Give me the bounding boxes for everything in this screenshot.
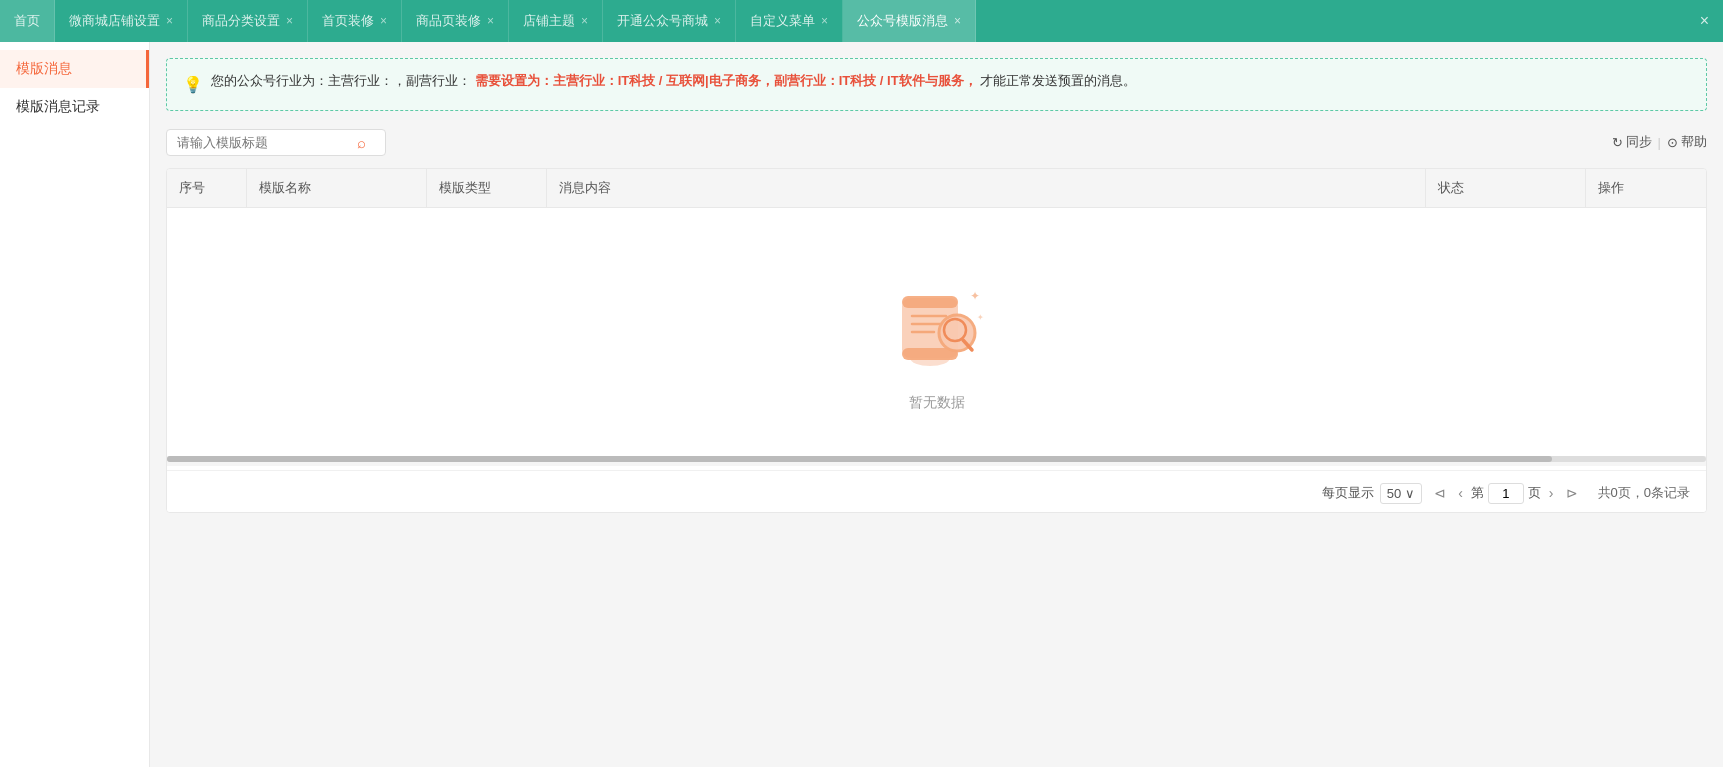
notice-suffix: 才能正常发送预置的消息。 [980,73,1136,88]
top-navigation: 首页 微商城店铺设置 × 商品分类设置 × 首页装修 × 商品页装修 × 店铺主… [0,0,1723,42]
empty-text: 暂无数据 [909,394,965,412]
nav-tab-store-theme[interactable]: 店铺主题 × [509,0,603,42]
nav-tab-home-decoration-label: 首页装修 [322,12,374,30]
page-size-value: 50 [1387,486,1401,501]
page-size-dropdown[interactable]: 50 ∨ [1380,483,1422,504]
page-number-input[interactable] [1488,483,1524,504]
nav-tab-product-decoration-label: 商品页装修 [416,12,481,30]
nav-tab-shop-settings-label: 微商城店铺设置 [69,12,160,30]
notice-icon: 💡 [183,72,203,98]
close-custom-menu-icon[interactable]: × [821,15,828,27]
close-shop-settings-icon[interactable]: × [166,15,173,27]
notice-text: 您的公众号行业为：主营行业：，副营行业： 需要设置为：主营行业：IT科技 / 互… [211,71,1136,92]
search-bar: ⌕ ↻ 同步 | ⊙ 帮助 [166,129,1707,156]
first-page-button[interactable]: ⊲ [1430,483,1450,503]
nav-tab-template-msg-label: 公众号模版消息 [857,12,948,30]
data-table: 序号 模版名称 模版类型 消息内容 状态 操作 [166,168,1707,513]
nav-tab-category-settings[interactable]: 商品分类设置 × [188,0,308,42]
main-layout: 模版消息 模版消息记录 💡 您的公众号行业为：主营行业：，副营行业： 需要设置为… [0,42,1723,767]
help-label: 帮助 [1681,133,1707,151]
page-navigation: ⊲ ‹ 第 页 › ⊳ [1430,483,1581,504]
col-type: 模版类型 [427,169,547,207]
help-button[interactable]: ⊙ 帮助 [1667,133,1707,151]
next-page-button[interactable]: › [1545,483,1558,503]
sync-icon: ↻ [1612,135,1623,150]
search-icon[interactable]: ⌕ [357,134,366,151]
close-store-theme-icon[interactable]: × [581,15,588,27]
sidebar-item-template-msg-record[interactable]: 模版消息记录 [0,88,149,126]
close-home-decoration-icon[interactable]: × [380,15,387,27]
svg-text:✦: ✦ [977,313,984,322]
close-all-tabs-button[interactable]: × [1686,12,1723,30]
col-status: 状态 [1426,169,1586,207]
nav-tab-custom-menu-label: 自定义菜单 [750,12,815,30]
page-input-wrap: 第 页 [1471,483,1541,504]
close-category-settings-icon[interactable]: × [286,15,293,27]
nav-tab-shop-settings[interactable]: 微商城店铺设置 × [55,0,188,42]
sync-label: 同步 [1626,133,1652,151]
chevron-down-icon: ∨ [1405,486,1415,501]
scrollbar-track [167,456,1706,462]
nav-tab-open-mall-label: 开通公众号商城 [617,12,708,30]
sidebar: 模版消息 模版消息记录 [0,42,150,767]
nav-tab-category-settings-label: 商品分类设置 [202,12,280,30]
nav-tab-home-decoration[interactable]: 首页装修 × [308,0,402,42]
nav-tab-product-decoration[interactable]: 商品页装修 × [402,0,509,42]
notice-box: 💡 您的公众号行业为：主营行业：，副营行业： 需要设置为：主营行业：IT科技 /… [166,58,1707,111]
notice-highlight: 需要设置为：主营行业：IT科技 / 互联网|电子商务，副营行业：IT科技 / I… [475,73,977,88]
page-size-label: 每页显示 [1322,484,1374,502]
empty-state: ✦ ✦ 暂无数据 [167,208,1706,452]
search-input[interactable] [177,135,357,150]
sidebar-item-template-msg[interactable]: 模版消息 [0,50,149,88]
nav-tab-home[interactable]: 首页 [0,0,55,42]
search-input-wrap[interactable]: ⌕ [166,129,386,156]
sync-button[interactable]: ↻ 同步 [1612,133,1652,151]
notice-prefix: 您的公众号行业为：主营行业：，副营行业： [211,73,471,88]
col-name: 模版名称 [247,169,427,207]
nav-tab-store-theme-label: 店铺主题 [523,12,575,30]
empty-illustration: ✦ ✦ [882,268,992,378]
sidebar-item-template-msg-record-label: 模版消息记录 [16,98,100,114]
page-label: 页 [1528,484,1541,502]
prev-page-button[interactable]: ‹ [1454,483,1467,503]
col-content: 消息内容 [547,169,1426,207]
page-size-select: 每页显示 50 ∨ [1322,483,1422,504]
col-action: 操作 [1586,169,1706,207]
svg-rect-2 [902,296,958,308]
svg-text:✦: ✦ [970,289,980,303]
scrollbar-thumb[interactable] [167,456,1552,462]
di-label: 第 [1471,484,1484,502]
nav-tab-home-label: 首页 [14,12,40,30]
toolbar-right: ↻ 同步 | ⊙ 帮助 [1612,133,1707,151]
page-total: 共0页，0条记录 [1598,484,1690,502]
col-index: 序号 [167,169,247,207]
pagination: 每页显示 50 ∨ ⊲ ‹ 第 页 › ⊳ [167,470,1706,512]
close-open-mall-icon[interactable]: × [714,15,721,27]
nav-tab-open-mall[interactable]: 开通公众号商城 × [603,0,736,42]
nav-tab-template-msg[interactable]: 公众号模版消息 × [843,0,976,42]
last-page-button[interactable]: ⊳ [1562,483,1582,503]
sidebar-item-template-msg-label: 模版消息 [16,60,72,76]
content-area: 💡 您的公众号行业为：主营行业：，副营行业： 需要设置为：主营行业：IT科技 /… [150,42,1723,767]
nav-tab-custom-menu[interactable]: 自定义菜单 × [736,0,843,42]
table-header: 序号 模版名称 模版类型 消息内容 状态 操作 [167,169,1706,208]
toolbar-divider: | [1658,135,1661,150]
horizontal-scrollbar[interactable] [167,456,1706,466]
help-circle-icon: ⊙ [1667,135,1678,150]
close-template-msg-icon[interactable]: × [954,15,961,27]
close-product-decoration-icon[interactable]: × [487,15,494,27]
